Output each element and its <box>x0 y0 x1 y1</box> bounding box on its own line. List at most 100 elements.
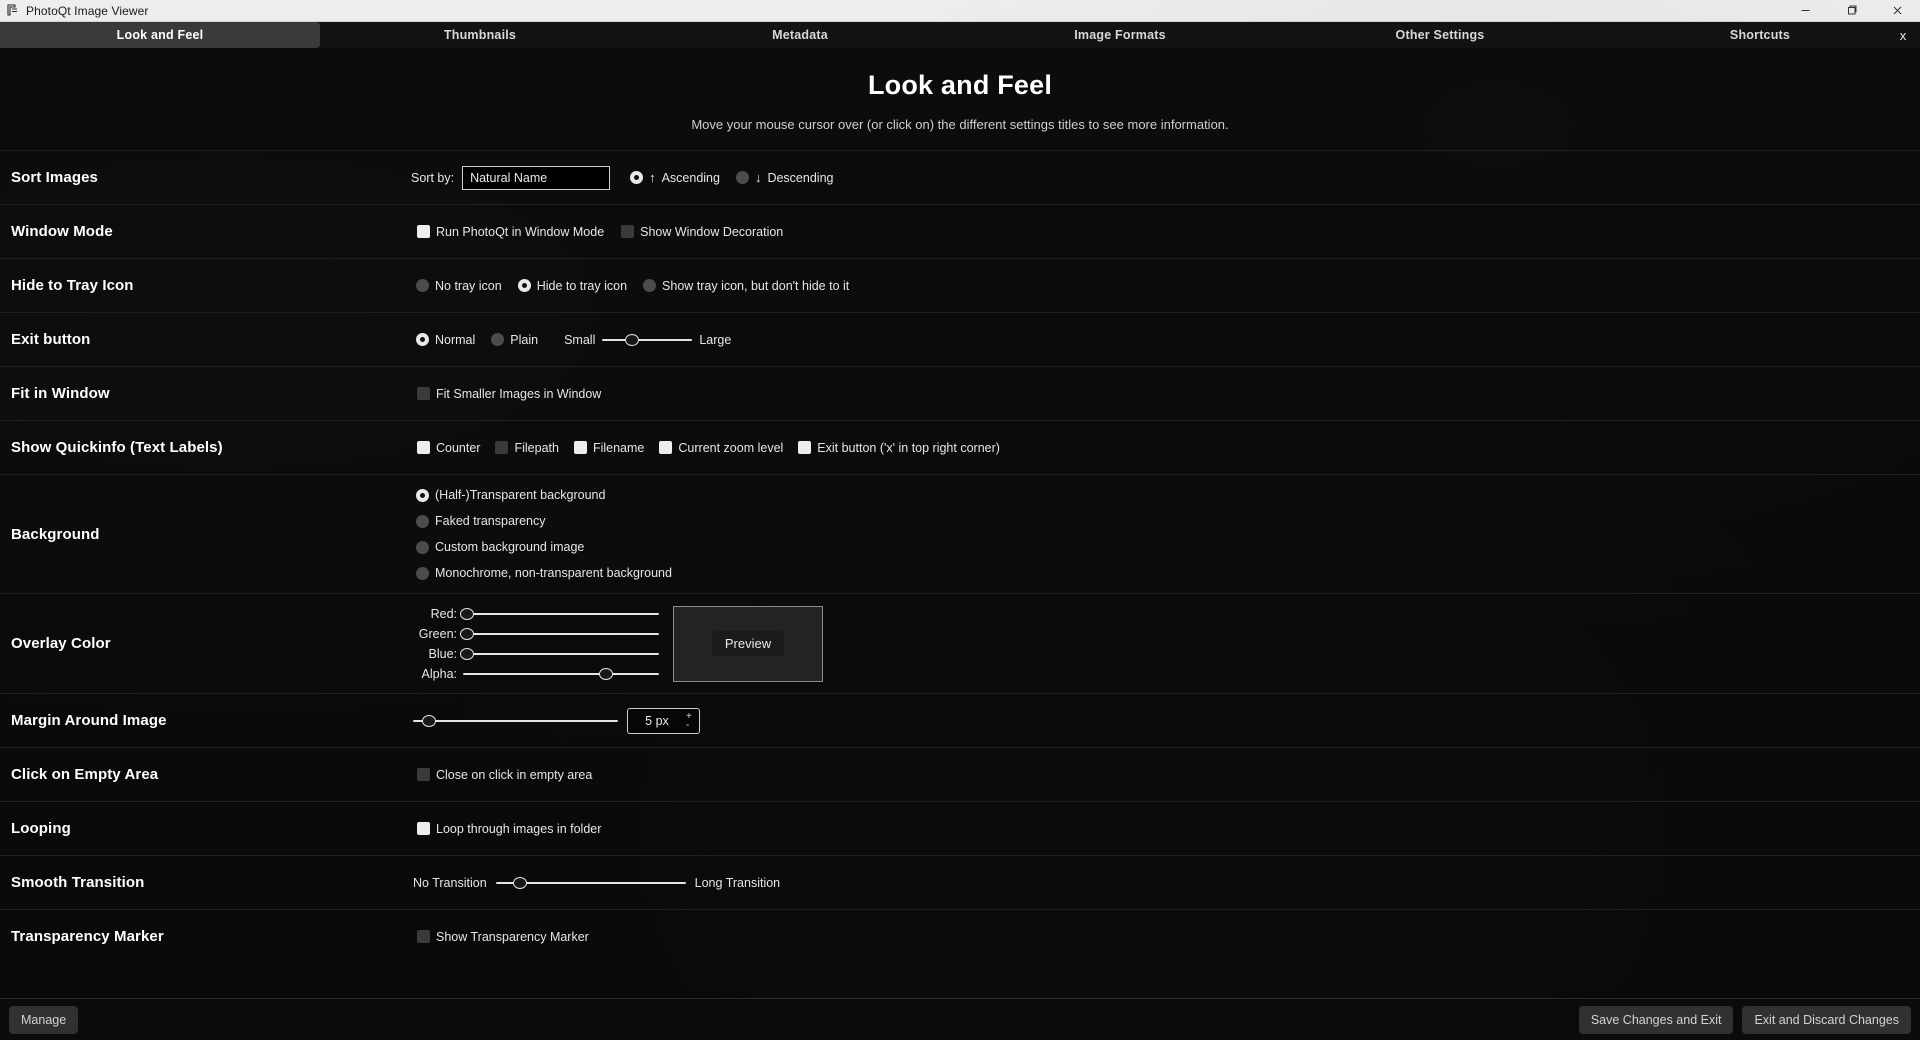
radio-exit-normal[interactable]: Normal <box>416 333 475 347</box>
radio-descending-dot <box>735 171 749 184</box>
exit-and-discard-changes-button[interactable]: Exit and Discard Changes <box>1742 1005 1911 1034</box>
margin-slider-knob[interactable] <box>422 714 437 727</box>
setting-controls-hide-to-tray: No tray icon Hide to tray icon Show tray… <box>411 279 1920 293</box>
tab-shortcuts[interactable]: Shortcuts <box>1600 22 1920 48</box>
setting-controls-looping: Loop through images in folder <box>411 822 1920 836</box>
setting-row-fit-in-window: Fit in Window Fit Smaller Images in Wind… <box>0 366 1920 420</box>
setting-row-hide-to-tray: Hide to Tray Icon No tray icon Hide to t… <box>0 258 1920 312</box>
overlay-color-green-knob[interactable] <box>459 627 474 640</box>
setting-row-exit-button: Exit button Normal Plain Small Large <box>0 312 1920 366</box>
setting-label-overlay-color: Overlay Color <box>11 635 111 652</box>
radio-background-monochrome[interactable]: Monochrome, non-transparent background <box>416 566 672 580</box>
minimize-button[interactable] <box>1782 0 1828 22</box>
checkbox-loop-through-images[interactable]: Loop through images in folder <box>417 822 601 836</box>
margin-value: 5 px <box>645 713 669 728</box>
radio-background-half-transparent[interactable]: (Half-)Transparent background <box>416 488 605 502</box>
radio-background-monochrome-dot <box>416 566 429 580</box>
setting-label-looping: Looping <box>11 820 71 837</box>
checkbox-fit-smaller-images[interactable]: Fit Smaller Images in Window <box>417 387 601 401</box>
radio-descending[interactable]: Descending <box>735 170 834 185</box>
page-subtitle: Move your mouse cursor over (or click on… <box>691 117 1229 132</box>
overlay-color-blue-slider[interactable] <box>459 647 659 661</box>
window-titlebar: PhotoQt Image Viewer <box>0 0 1920 22</box>
checkbox-show-window-decoration[interactable]: Show Window Decoration <box>621 225 783 239</box>
tab-image-formats[interactable]: Image Formats <box>960 22 1280 48</box>
tab-metadata[interactable]: Metadata <box>640 22 960 48</box>
checkbox-quickinfo-counter[interactable]: Counter <box>417 441 480 455</box>
setting-row-margin: Margin Around Image 5 px + - <box>0 693 1920 747</box>
bottom-toolbar: Manage Save Changes and Exit Exit and Di… <box>0 998 1920 1040</box>
checkbox-loop-through-images-box <box>417 822 430 835</box>
manage-button[interactable]: Manage <box>9 1005 79 1034</box>
close-button[interactable] <box>1874 0 1920 22</box>
smooth-transition-slider[interactable] <box>495 876 686 890</box>
radio-background-half-transparent-label: (Half-)Transparent background <box>435 488 606 502</box>
checkbox-close-on-click-empty[interactable]: Close on click in empty area <box>417 768 592 782</box>
checkbox-show-transparency-marker-label: Show Transparency Marker <box>436 929 589 944</box>
setting-label-window-mode: Window Mode <box>11 223 113 240</box>
overlay-color-red-slider[interactable] <box>459 607 659 621</box>
save-changes-and-exit-button[interactable]: Save Changes and Exit <box>1578 1005 1734 1034</box>
setting-row-background: Background (Half-)Transparent background… <box>0 474 1920 593</box>
overlay-color-blue-knob[interactable] <box>459 647 474 660</box>
checkbox-quickinfo-exit-button[interactable]: Exit button ('x' in top right corner) <box>798 441 1000 455</box>
margin-spinbox[interactable]: 5 px + - <box>627 707 700 734</box>
setting-label-sort-images: Sort Images <box>11 169 98 186</box>
radio-hide-to-tray-icon[interactable]: Hide to tray icon <box>517 279 627 293</box>
page-title: Look and Feel <box>867 70 1053 100</box>
checkbox-show-window-decoration-box <box>621 225 635 238</box>
checkbox-show-transparency-marker[interactable]: Show Transparency Marker <box>417 930 589 944</box>
overlay-color-row-green: Green: <box>411 627 659 641</box>
radio-ascending-label: Ascending <box>661 170 720 185</box>
radio-exit-normal-dot <box>416 333 429 346</box>
overlay-color-red-knob[interactable] <box>459 607 474 620</box>
margin-slider[interactable] <box>413 714 618 728</box>
long-transition-label: Long Transition <box>694 875 781 890</box>
overlay-color-alpha-knob[interactable] <box>599 667 614 680</box>
tab-thumbnails[interactable]: Thumbnails <box>320 22 640 48</box>
overlay-color-preview-label: Preview <box>711 631 785 656</box>
bottom-toolbar-actions: Save Changes and Exit Exit and Discard C… <box>1578 1005 1911 1034</box>
checkbox-run-in-window-mode[interactable]: Run PhotoQt in Window Mode <box>417 225 604 239</box>
radio-background-custom-image-dot <box>416 540 429 554</box>
overlay-color-red-label: Red: <box>430 606 457 621</box>
radio-exit-plain[interactable]: Plain <box>491 333 538 347</box>
checkbox-quickinfo-filepath[interactable]: Filepath <box>495 441 559 455</box>
setting-label-background: Background <box>11 525 100 543</box>
setting-label-click-empty-area: Click on Empty Area <box>11 766 159 783</box>
setting-row-click-empty-area: Click on Empty Area Close on click in em… <box>0 747 1920 801</box>
setting-label-fit-in-window: Fit in Window <box>11 385 110 402</box>
setting-label-transparency-marker: Transparency Marker <box>11 928 164 945</box>
exit-button-size-slider[interactable] <box>602 333 693 347</box>
checkbox-quickinfo-filepath-box <box>495 441 509 454</box>
radio-no-tray-icon[interactable]: No tray icon <box>416 279 502 293</box>
close-settings-icon[interactable]: x <box>1892 22 1914 48</box>
tab-look-and-feel[interactable]: Look and Feel <box>0 22 320 48</box>
setting-controls-transparency-marker: Show Transparency Marker <box>411 930 1920 944</box>
margin-slider-track <box>413 719 618 722</box>
radio-descending-label: Descending <box>767 170 834 185</box>
overlay-color-alpha-slider[interactable] <box>463 667 659 681</box>
checkbox-show-window-decoration-label: Show Window Decoration <box>640 224 784 239</box>
exit-button-size-slider-knob[interactable] <box>625 333 640 346</box>
checkbox-quickinfo-zoom-level[interactable]: Current zoom level <box>659 441 783 455</box>
overlay-color-green-slider[interactable] <box>459 627 659 641</box>
radio-ascending[interactable]: Ascending <box>630 170 720 185</box>
sort-by-input[interactable] <box>462 165 611 190</box>
radio-background-custom-image[interactable]: Custom background image <box>416 540 584 554</box>
radio-no-tray-icon-dot <box>416 279 429 292</box>
checkbox-close-on-click-empty-box <box>417 768 430 781</box>
margin-decrement-button[interactable]: - <box>686 720 698 730</box>
checkbox-fit-smaller-images-label: Fit Smaller Images in Window <box>436 386 602 401</box>
maximize-button[interactable] <box>1828 0 1874 22</box>
radio-background-faked-transparency[interactable]: Faked transparency <box>416 514 545 528</box>
radio-show-tray-icon-no-hide[interactable]: Show tray icon, but don't hide to it <box>643 279 849 293</box>
tab-other-settings[interactable]: Other Settings <box>1280 22 1600 48</box>
exit-size-small-label: Small <box>564 332 596 347</box>
setting-label-quickinfo: Show Quickinfo (Text Labels) <box>11 439 223 456</box>
exit-button-size-slider-track <box>602 338 693 341</box>
smooth-transition-slider-knob[interactable] <box>513 876 528 889</box>
checkbox-quickinfo-filename[interactable]: Filename <box>573 441 644 455</box>
overlay-color-red-track <box>463 612 659 615</box>
setting-controls-window-mode: Run PhotoQt in Window Mode Show Window D… <box>411 225 1920 239</box>
